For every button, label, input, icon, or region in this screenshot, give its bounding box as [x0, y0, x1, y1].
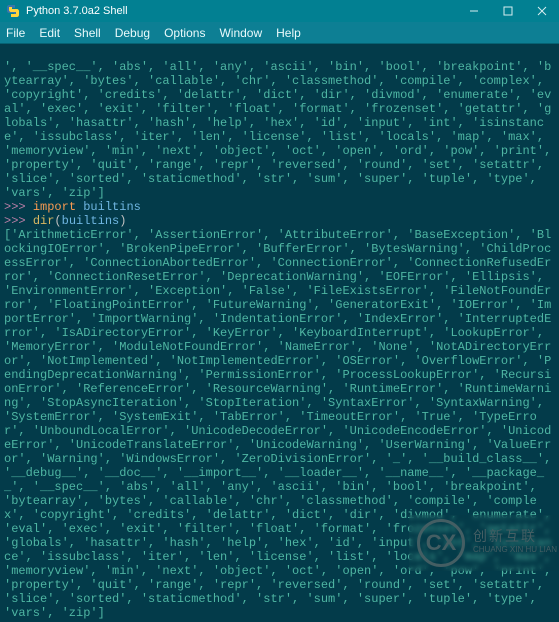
menu-shell[interactable]: Shell [74, 26, 101, 40]
window-title: Python 3.7.0a2 Shell [26, 5, 128, 17]
close-button[interactable] [525, 0, 559, 22]
watermark-logo-icon: CX [417, 519, 465, 567]
minimize-button[interactable] [457, 0, 491, 22]
close-paren: ) [119, 214, 126, 228]
window-titlebar: Python 3.7.0a2 Shell [0, 0, 559, 22]
menu-bar: File Edit Shell Debug Options Window Hel… [0, 22, 559, 44]
watermark-cn: 创新互联 [473, 529, 557, 543]
menu-debug[interactable]: Debug [115, 26, 150, 40]
output-block-1: ', '__spec__', 'abs', 'all', 'any', 'asc… [4, 60, 559, 200]
menu-help[interactable]: Help [276, 26, 301, 40]
fn-dir: dir [33, 214, 55, 228]
watermark: CX 创新互联 CHUANG XIN HU LIAN [409, 515, 559, 571]
module-name-2: builtins [62, 214, 120, 228]
open-paren: ( [54, 214, 61, 228]
maximize-button[interactable] [491, 0, 525, 22]
python-icon [6, 4, 20, 18]
prompt-1: >>> [4, 200, 26, 214]
menu-file[interactable]: File [6, 26, 25, 40]
menu-options[interactable]: Options [164, 26, 205, 40]
menu-edit[interactable]: Edit [39, 26, 60, 40]
keyword-import: import [33, 200, 76, 214]
watermark-en: CHUANG XIN HU LIAN [473, 543, 557, 557]
module-name-1: builtins [83, 200, 141, 214]
prompt-2: >>> [4, 214, 26, 228]
menu-window[interactable]: Window [219, 26, 262, 40]
